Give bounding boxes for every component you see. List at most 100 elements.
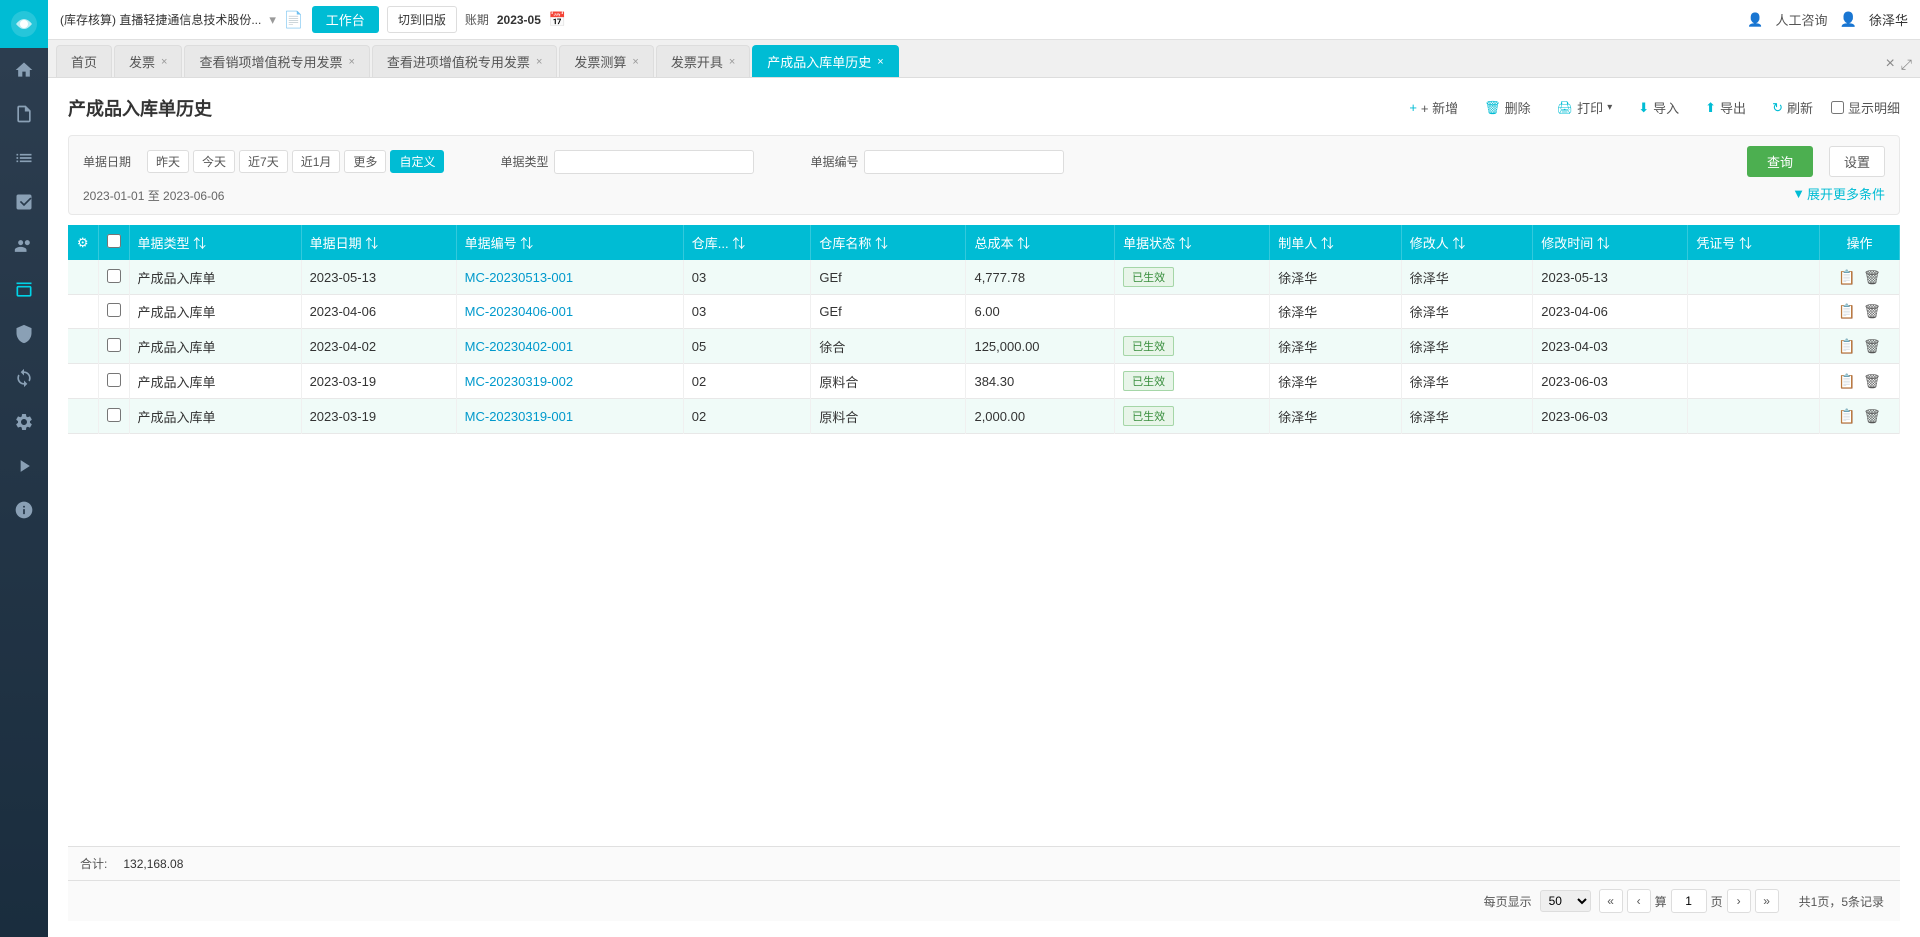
col-code[interactable]: 单据编号 ⇅: [456, 225, 683, 260]
col-creator[interactable]: 制单人 ⇅: [1270, 225, 1402, 260]
date-btn-7days[interactable]: 近7天: [239, 150, 288, 173]
query-button[interactable]: 查询: [1747, 146, 1813, 177]
row-delete-icon-3[interactable]: 🗑: [1863, 338, 1881, 354]
refresh-button[interactable]: ↻ 刷新: [1764, 94, 1821, 121]
row-checkbox-3[interactable]: [107, 338, 121, 352]
row-cb-3[interactable]: [98, 329, 129, 364]
expand-icon: ▼: [1792, 186, 1805, 201]
tab-product-history-close[interactable]: ×: [877, 56, 883, 68]
sidebar-item-home[interactable]: [0, 48, 48, 92]
row-checkbox-1[interactable]: [107, 269, 121, 283]
row-checkbox-2[interactable]: [107, 303, 121, 317]
sidebar-item-version[interactable]: [0, 488, 48, 532]
row-cb-5[interactable]: [98, 399, 129, 434]
calendar-icon[interactable]: 📅: [549, 11, 566, 28]
tab-product-history[interactable]: 产成品入库单历史 ×: [752, 45, 898, 77]
row-code-link-3[interactable]: MC-20230402-001: [465, 339, 573, 354]
workspace-button[interactable]: 工作台: [312, 6, 379, 33]
row-code-link-1[interactable]: MC-20230513-001: [465, 270, 573, 285]
sidebar-item-chart[interactable]: [0, 136, 48, 180]
page-last-button[interactable]: »: [1755, 889, 1779, 913]
col-modifier[interactable]: 修改人 ⇅: [1401, 225, 1533, 260]
row-code-link-5[interactable]: MC-20230319-001: [465, 409, 573, 424]
date-btn-more[interactable]: 更多: [344, 150, 386, 173]
row-cb-1[interactable]: [98, 260, 129, 295]
sidebar-item-refresh2[interactable]: [0, 356, 48, 400]
date-btn-1month[interactable]: 近1月: [292, 150, 341, 173]
display-cols-checkbox[interactable]: [1831, 101, 1844, 114]
delete-button[interactable]: 🗑 删除: [1476, 94, 1539, 121]
page-number-input[interactable]: [1671, 889, 1707, 913]
row-delete-icon-5[interactable]: 🗑: [1863, 408, 1881, 424]
sidebar-item-analytics[interactable]: [0, 180, 48, 224]
col-checkbox[interactable]: [98, 225, 129, 260]
row-cb-2[interactable]: [98, 295, 129, 329]
row-code-link-4[interactable]: MC-20230319-002: [465, 374, 573, 389]
tab-invoice-issue-close[interactable]: ×: [729, 56, 735, 68]
col-settings[interactable]: ⚙: [68, 225, 98, 260]
tab-sales-invoice[interactable]: 查看销项增值税专用发票 ×: [184, 45, 369, 77]
topbar-dropdown-icon[interactable]: ▾: [269, 12, 276, 28]
set-button[interactable]: 设置: [1829, 146, 1885, 177]
col-mod-time[interactable]: 修改时间 ⇅: [1533, 225, 1688, 260]
page-next-button[interactable]: ›: [1727, 889, 1751, 913]
per-page-select[interactable]: 50 100 200: [1540, 890, 1591, 912]
sidebar-item-invoice[interactable]: [0, 92, 48, 136]
user-label[interactable]: 徐泽华: [1869, 10, 1908, 29]
row-edit-icon-1[interactable]: 📋: [1838, 269, 1855, 285]
row-edit-icon-3[interactable]: 📋: [1838, 338, 1855, 354]
row-delete-icon-2[interactable]: 🗑: [1863, 303, 1881, 319]
type-filter-select[interactable]: [554, 150, 754, 174]
date-btn-custom[interactable]: 自定义: [390, 150, 444, 173]
help-label[interactable]: 人工咨询: [1776, 10, 1828, 29]
row-code-link-2[interactable]: MC-20230406-001: [465, 304, 573, 319]
sidebar-item-settings[interactable]: [0, 400, 48, 444]
tab-invoice-close[interactable]: ×: [161, 56, 167, 68]
tab-invoice[interactable]: 发票 ×: [114, 45, 182, 77]
page-prev-button[interactable]: ‹: [1627, 889, 1651, 913]
col-wh-code[interactable]: 仓库... ⇅: [683, 225, 811, 260]
tab-invoice-issue[interactable]: 发票开具 ×: [656, 45, 750, 77]
row-checkbox-5[interactable]: [107, 408, 121, 422]
row-edit-icon-5[interactable]: 📋: [1838, 408, 1855, 424]
tab-close-all-icon[interactable]: ×: [1885, 55, 1894, 73]
switch-version-button[interactable]: 切到旧版: [387, 6, 457, 33]
row-delete-icon-4[interactable]: 🗑: [1863, 373, 1881, 389]
sidebar-item-warehouse[interactable]: [0, 268, 48, 312]
row-checkbox-4[interactable]: [107, 373, 121, 387]
row-type-4: 产成品入库单: [129, 364, 301, 399]
new-button[interactable]: + + 新增: [1401, 94, 1466, 121]
sidebar-item-people[interactable]: [0, 224, 48, 268]
tab-invoice-calc[interactable]: 发票测算 ×: [559, 45, 653, 77]
import-button[interactable]: ⬇ 导入: [1630, 94, 1687, 121]
tab-invoice-calc-close[interactable]: ×: [632, 56, 638, 68]
id-filter-input[interactable]: [864, 150, 1064, 174]
col-voucher[interactable]: 凭证号 ⇅: [1688, 225, 1820, 260]
page-first-button[interactable]: «: [1599, 889, 1623, 913]
date-btn-yesterday[interactable]: 昨天: [147, 150, 189, 173]
row-edit-icon-4[interactable]: 📋: [1838, 373, 1855, 389]
expand-filter-button[interactable]: ▼ 展开更多条件: [1792, 184, 1885, 203]
select-all-checkbox[interactable]: [107, 234, 121, 248]
tab-home[interactable]: 首页: [56, 45, 112, 77]
date-btn-today[interactable]: 今天: [193, 150, 235, 173]
col-wh-name[interactable]: 仓库名称 ⇅: [811, 225, 966, 260]
sidebar: [0, 0, 48, 937]
row-edit-icon-2[interactable]: 📋: [1838, 303, 1855, 319]
tab-expand-icon[interactable]: ⤢: [1901, 56, 1912, 73]
col-cost[interactable]: 总成本 ⇅: [966, 225, 1115, 260]
row-cb-4[interactable]: [98, 364, 129, 399]
col-type[interactable]: 单据类型 ⇅: [129, 225, 301, 260]
app-logo[interactable]: [0, 0, 48, 48]
tab-purchase-invoice[interactable]: 查看进项增值税专用发票 ×: [372, 45, 557, 77]
col-date[interactable]: 单据日期 ⇅: [301, 225, 456, 260]
sidebar-item-play[interactable]: [0, 444, 48, 488]
col-status[interactable]: 单据状态 ⇅: [1115, 225, 1270, 260]
tab-purchase-invoice-close[interactable]: ×: [536, 56, 542, 68]
sidebar-item-stamp[interactable]: [0, 312, 48, 356]
print-button[interactable]: 🖨 打印 ▾: [1549, 94, 1621, 121]
export-button[interactable]: ⬆ 导出: [1697, 94, 1754, 121]
tab-sales-invoice-close[interactable]: ×: [348, 56, 354, 68]
topbar-doc-icon[interactable]: 📄: [284, 10, 304, 30]
row-delete-icon-1[interactable]: 🗑: [1863, 269, 1881, 285]
